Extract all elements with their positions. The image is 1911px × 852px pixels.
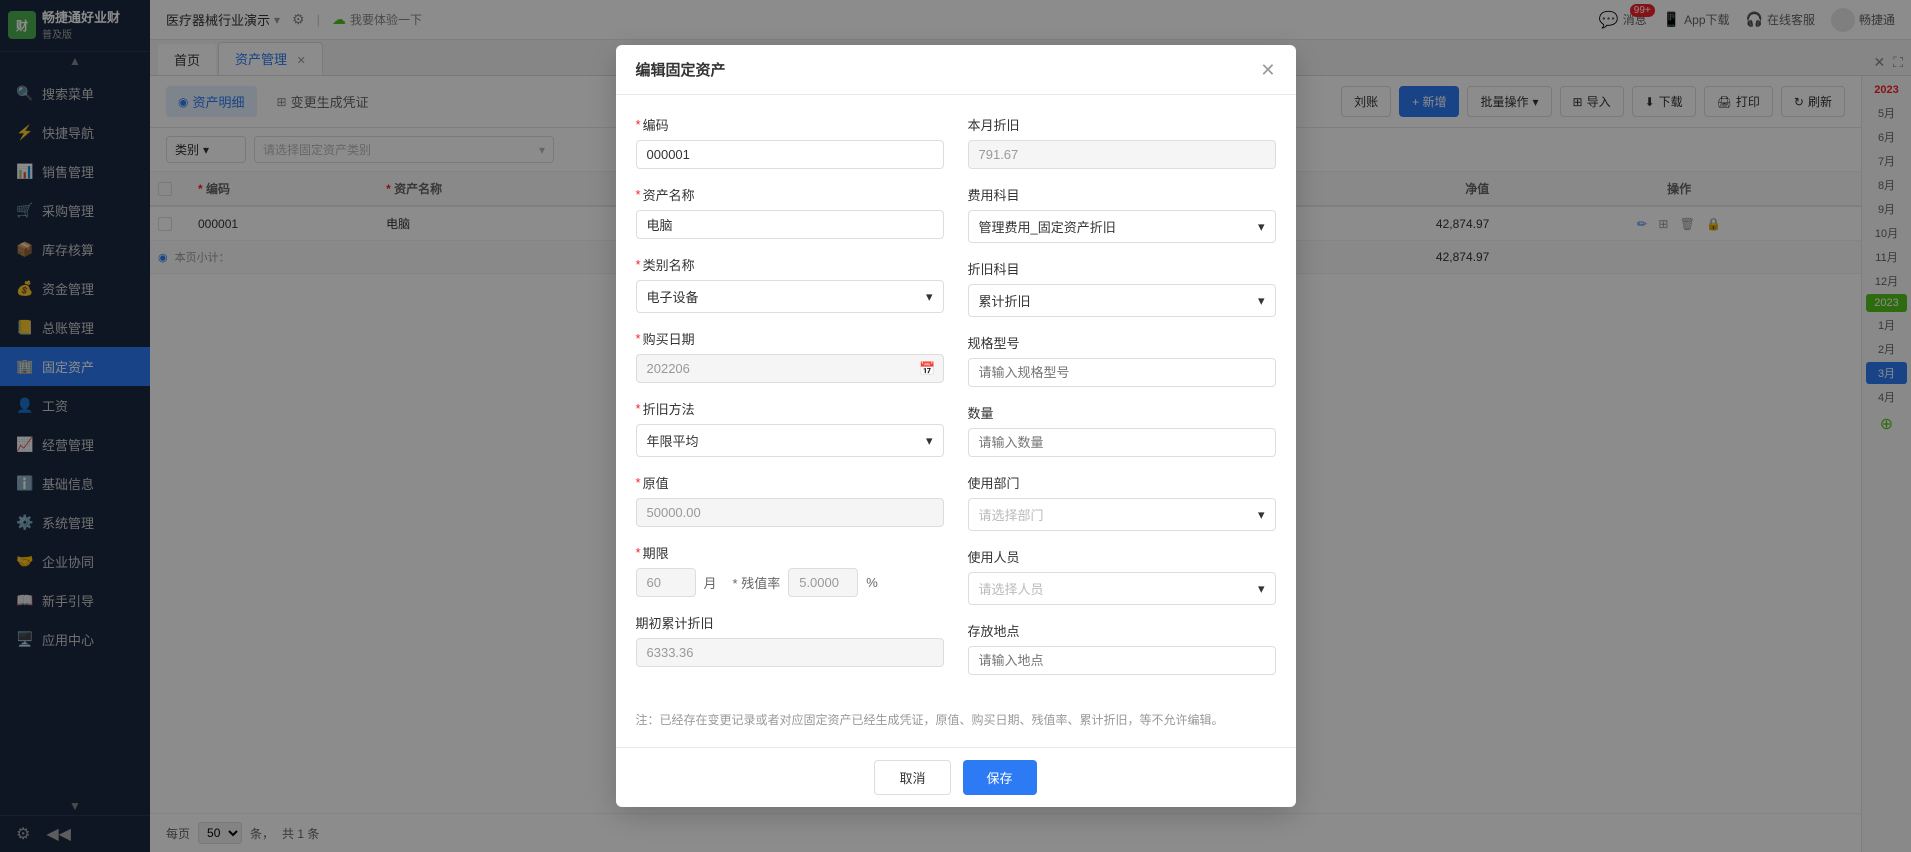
form-group-asset-name: * 资产名称	[636, 185, 944, 239]
modal-note: 注：已经存在变更记录或者对应固定资产已经生成凭证，原值、购买日期、残值率、累计折…	[616, 711, 1296, 746]
quantity-label: 数量	[968, 403, 1276, 422]
person-select[interactable]: 请选择人员 ▾	[968, 572, 1276, 605]
modal-close-btn[interactable]: ✕	[1260, 61, 1275, 79]
residual-rate-input[interactable]	[788, 568, 858, 597]
dropdown-icon: ▾	[1258, 219, 1265, 235]
dropdown-icon: ▾	[1258, 581, 1265, 597]
quantity-input[interactable]	[968, 428, 1276, 457]
category-label: * 类别名称	[636, 255, 944, 274]
asset-name-label: * 资产名称	[636, 185, 944, 204]
period-input[interactable]	[636, 568, 696, 597]
period-label: * 期限	[636, 543, 944, 562]
form-group-dep-method: * 折旧方法 年限平均 ▾	[636, 399, 944, 457]
form-group-original-value: * 原值	[636, 473, 944, 527]
category-select[interactable]: 电子设备 ▾	[636, 280, 944, 313]
department-select[interactable]: 请选择部门 ▾	[968, 498, 1276, 531]
form-group-model: 规格型号	[968, 333, 1276, 387]
modal-title: 编辑固定资产	[636, 59, 726, 80]
cancel-button[interactable]: 取消	[874, 760, 950, 795]
original-value-input[interactable]	[636, 498, 944, 527]
model-label: 规格型号	[968, 333, 1276, 352]
initial-dep-label: 期初累计折旧	[636, 613, 944, 632]
original-value-label: * 原值	[636, 473, 944, 492]
edit-asset-modal: 编辑固定资产 ✕ * 编码 * 资产名称	[616, 45, 1296, 806]
model-input[interactable]	[968, 358, 1276, 387]
location-input[interactable]	[968, 646, 1276, 675]
form-group-initial-dep: 期初累计折旧	[636, 613, 944, 667]
expense-account-label: 费用科目	[968, 185, 1276, 204]
modal-right-col: 本月折旧 费用科目 管理费用_固定资产折旧 ▾ 折旧科目 累计折旧	[968, 115, 1276, 691]
dropdown-icon: ▾	[926, 289, 933, 305]
form-group-dep-account: 折旧科目 累计折旧 ▾	[968, 259, 1276, 317]
purchase-date-input[interactable]	[636, 354, 944, 383]
calendar-icon: 📅	[919, 361, 935, 377]
form-group-code: * 编码	[636, 115, 944, 169]
form-group-department: 使用部门 请选择部门 ▾	[968, 473, 1276, 531]
form-group-location: 存放地点	[968, 621, 1276, 675]
asset-name-input[interactable]	[636, 210, 944, 239]
form-group-expense-account: 费用科目 管理费用_固定资产折旧 ▾	[968, 185, 1276, 243]
modal-left-col: * 编码 * 资产名称 * 类别名称	[636, 115, 944, 691]
form-group-period: * 期限 月 * 残值率 %	[636, 543, 944, 597]
person-label: 使用人员	[968, 547, 1276, 566]
dep-account-select[interactable]: 累计折旧 ▾	[968, 284, 1276, 317]
monthly-dep-input	[968, 140, 1276, 169]
form-group-purchase-date: * 购买日期 📅	[636, 329, 944, 383]
dep-account-label: 折旧科目	[968, 259, 1276, 278]
department-label: 使用部门	[968, 473, 1276, 492]
modal-body: * 编码 * 资产名称 * 类别名称	[616, 95, 1296, 711]
location-label: 存放地点	[968, 621, 1276, 640]
initial-dep-input[interactable]	[636, 638, 944, 667]
dep-method-label: * 折旧方法	[636, 399, 944, 418]
expense-account-select[interactable]: 管理费用_固定资产折旧 ▾	[968, 210, 1276, 243]
form-group-category: * 类别名称 电子设备 ▾	[636, 255, 944, 313]
modal-overlay: 编辑固定资产 ✕ * 编码 * 资产名称	[0, 0, 1911, 852]
form-group-person: 使用人员 请选择人员 ▾	[968, 547, 1276, 605]
modal-header: 编辑固定资产 ✕	[616, 45, 1296, 95]
purchase-date-label: * 购买日期	[636, 329, 944, 348]
save-button[interactable]: 保存	[963, 760, 1037, 795]
dropdown-icon: ▾	[926, 433, 933, 449]
code-input[interactable]	[636, 140, 944, 169]
form-group-monthly-dep: 本月折旧	[968, 115, 1276, 169]
form-group-quantity: 数量	[968, 403, 1276, 457]
dropdown-icon: ▾	[1258, 507, 1265, 523]
modal-footer: 取消 保存	[616, 747, 1296, 807]
residual-rate-label: * 残值率	[733, 573, 781, 592]
dep-method-select[interactable]: 年限平均 ▾	[636, 424, 944, 457]
dropdown-icon: ▾	[1258, 293, 1265, 309]
code-label: * 编码	[636, 115, 944, 134]
monthly-dep-label: 本月折旧	[968, 115, 1276, 134]
